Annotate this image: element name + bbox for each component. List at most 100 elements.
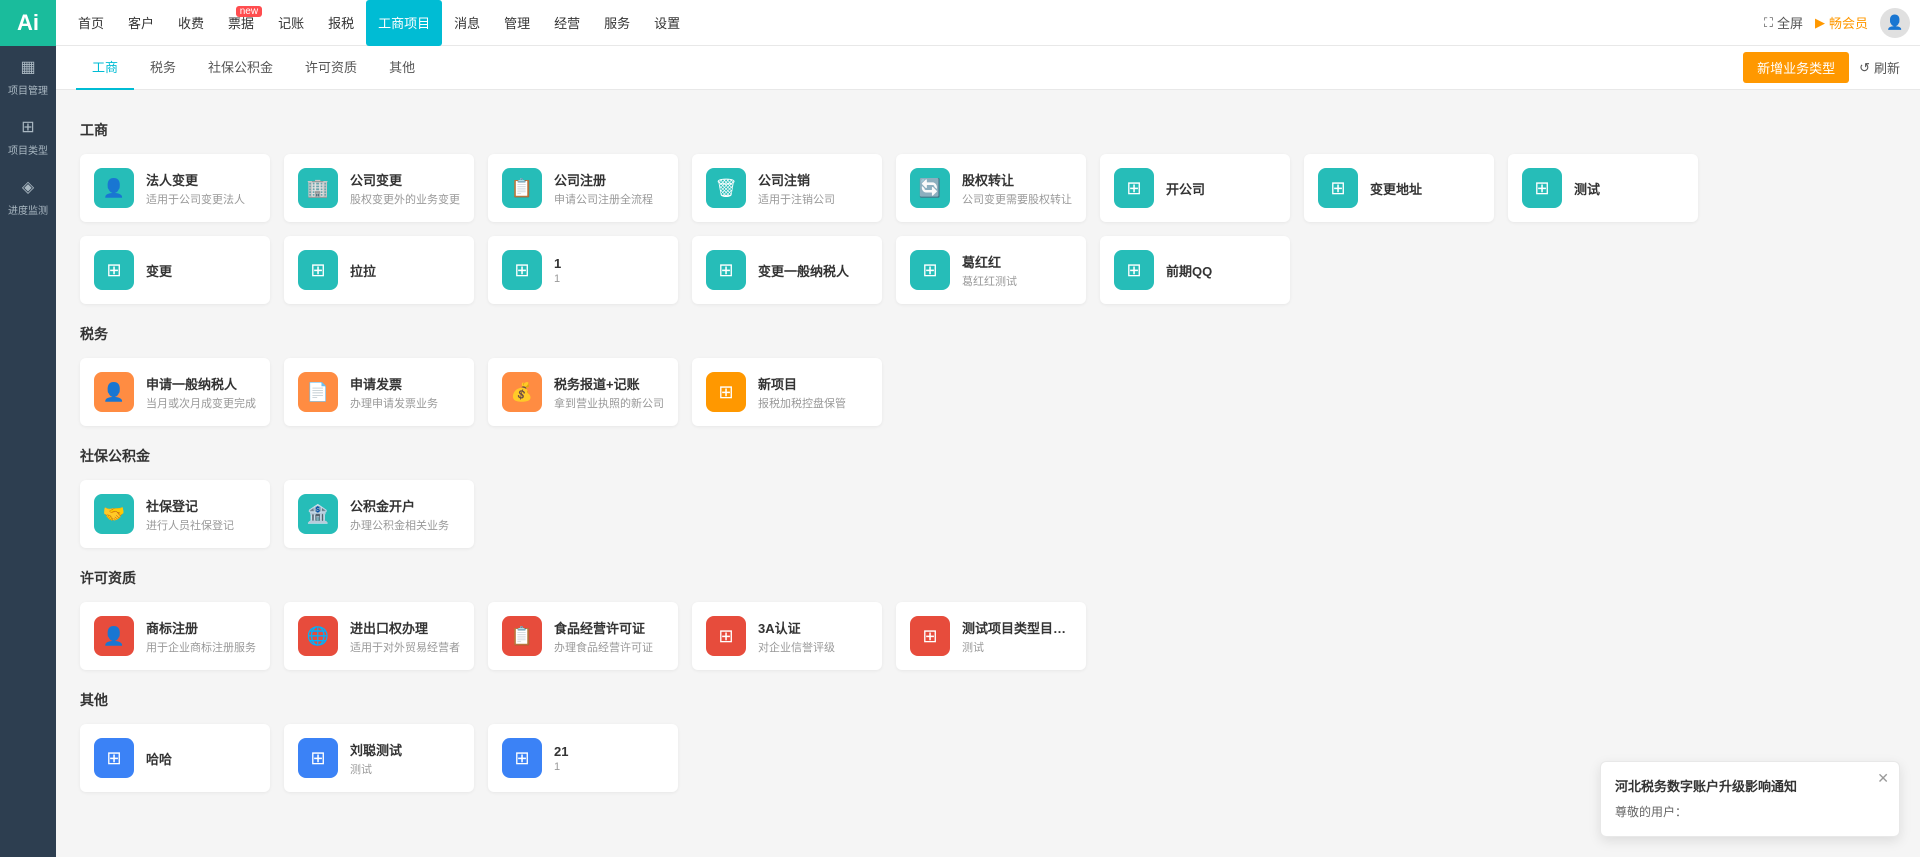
project-manage-icon: ▦ bbox=[17, 56, 39, 78]
card-icon: ⊞ bbox=[1114, 168, 1154, 208]
card-icon: ⊞ bbox=[298, 250, 338, 290]
card-desc: 公司变更需要股权转让 bbox=[962, 191, 1072, 207]
vip-btn[interactable]: ▶ 畅会员 bbox=[1815, 13, 1868, 32]
service-card[interactable]: ⊞3A认证对企业信誉评级 bbox=[692, 602, 882, 670]
service-card[interactable]: 📋公司注册申请公司注册全流程 bbox=[488, 154, 678, 222]
tab-industry[interactable]: 工商 bbox=[76, 46, 134, 90]
service-card[interactable]: ⊞变更一般纳税人 bbox=[692, 236, 882, 304]
section-title-1: 税务 bbox=[80, 324, 1896, 344]
service-card[interactable]: ⊞ 新项目报税加税控盘保管 bbox=[692, 358, 882, 426]
service-card[interactable]: 🔄股权转让公司变更需要股权转让 bbox=[896, 154, 1086, 222]
section-title-4: 其他 bbox=[80, 690, 1896, 710]
card-text: 前期QQ bbox=[1166, 261, 1276, 280]
service-card[interactable]: ⊞开公司 bbox=[1100, 154, 1290, 222]
service-card[interactable]: 🗑公司注销适用于注销公司 bbox=[692, 154, 882, 222]
avatar[interactable]: 👤 bbox=[1880, 8, 1910, 38]
nav-ticket[interactable]: 票据 new bbox=[216, 0, 266, 46]
nav-service[interactable]: 服务 bbox=[592, 0, 642, 46]
sidebar-item-progress[interactable]: ◈ 进度监测 bbox=[0, 166, 56, 226]
card-text: 公司变更股权变更外的业务变更 bbox=[350, 170, 460, 207]
card-name: 公积金开户 bbox=[350, 496, 460, 515]
card-text: 拉拉 bbox=[350, 261, 460, 280]
card-name: 哈哈 bbox=[146, 749, 256, 768]
tab-social-fund[interactable]: 社保公积金 bbox=[192, 46, 289, 90]
card-name: 前期QQ bbox=[1166, 261, 1276, 280]
card-desc: 报税加税控盘保管 bbox=[758, 395, 868, 411]
service-card[interactable]: ⊞变更地址 bbox=[1304, 154, 1494, 222]
cards-grid-1: 👤申请一般纳税人当月或次月成变更完成📄申请发票办理申请发票业务💰税务报道+记账拿… bbox=[80, 358, 1896, 426]
service-card[interactable]: 🤝社保登记进行人员社保登记 bbox=[80, 480, 270, 548]
card-name: 商标注册 bbox=[146, 618, 256, 637]
nav-manage[interactable]: 管理 bbox=[492, 0, 542, 46]
card-icon: 📋 bbox=[502, 616, 542, 656]
tab-license[interactable]: 许可资质 bbox=[289, 46, 373, 90]
nav-fee[interactable]: 收费 bbox=[166, 0, 216, 46]
card-name: 拉拉 bbox=[350, 261, 460, 280]
nav-bookkeeping[interactable]: 记账 bbox=[266, 0, 316, 46]
card-desc: 对企业信誉评级 bbox=[758, 639, 868, 655]
fullscreen-btn[interactable]: ⛶ 全屏 bbox=[1764, 13, 1803, 32]
card-icon: ⊞ bbox=[910, 616, 950, 656]
nav-customer[interactable]: 客户 bbox=[116, 0, 166, 46]
notification-popup: ✕ 河北税务数字账户升级影响通知 尊敬的用户： bbox=[1600, 761, 1900, 837]
card-desc: 用于企业商标注册服务 bbox=[146, 639, 256, 655]
card-desc: 适用于对外贸易经营者 bbox=[350, 639, 460, 655]
card-desc: 1 bbox=[554, 761, 664, 773]
tab-tax[interactable]: 税务 bbox=[134, 46, 192, 90]
notification-body: 尊敬的用户： bbox=[1615, 803, 1885, 822]
card-desc: 办理申请发票业务 bbox=[350, 395, 460, 411]
service-card[interactable]: ⊞测试项目类型目定义测试 bbox=[896, 602, 1086, 670]
main-container: 工商 税务 社保公积金 许可资质 其他 新增业务类型 ↺ 刷新 工商👤法人变更适… bbox=[56, 46, 1920, 857]
fullscreen-icon: ⛶ bbox=[1764, 15, 1773, 31]
cards-grid-0: 👤法人变更适用于公司变更法人🏢公司变更股权变更外的业务变更📋公司注册申请公司注册… bbox=[80, 154, 1896, 304]
service-card[interactable]: 💰税务报道+记账拿到营业执照的新公司 bbox=[488, 358, 678, 426]
nav-industry[interactable]: 工商项目 bbox=[366, 0, 442, 46]
card-name: 变更一般纳税人 bbox=[758, 261, 868, 280]
card-name: 葛红红 bbox=[962, 252, 1072, 271]
service-card[interactable]: ⊞刘聪测试测试 bbox=[284, 724, 474, 792]
service-card[interactable]: ⊞哈哈 bbox=[80, 724, 270, 792]
card-desc: 测试 bbox=[350, 761, 460, 777]
card-icon: ⊞ bbox=[1318, 168, 1358, 208]
nav-operation[interactable]: 经营 bbox=[542, 0, 592, 46]
nav-home[interactable]: 首页 bbox=[66, 0, 116, 46]
service-card[interactable]: 👤商标注册用于企业商标注册服务 bbox=[80, 602, 270, 670]
service-card[interactable]: ⊞变更 bbox=[80, 236, 270, 304]
card-text: 新项目报税加税控盘保管 bbox=[758, 374, 868, 411]
nav-setting[interactable]: 设置 bbox=[642, 0, 692, 46]
card-icon: 📄 bbox=[298, 372, 338, 412]
service-card[interactable]: 🏢公司变更股权变更外的业务变更 bbox=[284, 154, 474, 222]
service-card[interactable]: 🏦公积金开户办理公积金相关业务 bbox=[284, 480, 474, 548]
service-card[interactable]: ⊞葛红红葛红红测试 bbox=[896, 236, 1086, 304]
card-icon: ⊞ bbox=[298, 738, 338, 778]
service-card[interactable]: 📄 申请发票办理申请发票业务 bbox=[284, 358, 474, 426]
notification-close-btn[interactable]: ✕ bbox=[1877, 770, 1889, 787]
service-card[interactable]: ⊞前期QQ bbox=[1100, 236, 1290, 304]
card-name: 3A认证 bbox=[758, 618, 868, 637]
card-name: 申请一般纳税人 bbox=[146, 374, 256, 393]
card-name: 公司变更 bbox=[350, 170, 460, 189]
sidebar-item-project-type[interactable]: ⊞ 项目类型 bbox=[0, 106, 56, 166]
nav-tax[interactable]: 报税 bbox=[316, 0, 366, 46]
nav-message[interactable]: 消息 bbox=[442, 0, 492, 46]
card-name: 21 bbox=[554, 744, 664, 759]
refresh-button[interactable]: ↺ 刷新 bbox=[1859, 58, 1900, 77]
card-text: 测试 bbox=[1574, 179, 1684, 198]
service-card[interactable]: 👤申请一般纳税人当月或次月成变更完成 bbox=[80, 358, 270, 426]
service-card[interactable]: ⊞ 拉拉 bbox=[284, 236, 474, 304]
service-card[interactable]: 🌐进出口权办理适用于对外贸易经营者 bbox=[284, 602, 474, 670]
card-icon: 🗑 bbox=[706, 168, 746, 208]
service-card[interactable]: 👤法人变更适用于公司变更法人 bbox=[80, 154, 270, 222]
service-card[interactable]: ⊞测试 bbox=[1508, 154, 1698, 222]
sidebar-item-project-manage[interactable]: ▦ 项目管理 bbox=[0, 46, 56, 106]
service-card[interactable]: ⊞11 bbox=[488, 236, 678, 304]
service-card[interactable]: ⊞211 bbox=[488, 724, 678, 792]
card-icon: 👤 bbox=[94, 372, 134, 412]
service-card[interactable]: 📋食品经营许可证办理食品经营许可证 bbox=[488, 602, 678, 670]
new-type-button[interactable]: 新增业务类型 bbox=[1743, 52, 1849, 83]
tab-other[interactable]: 其他 bbox=[373, 46, 431, 90]
card-icon: ⊞ bbox=[706, 372, 746, 412]
card-icon: 💰 bbox=[502, 372, 542, 412]
card-text: 申请发票办理申请发票业务 bbox=[350, 374, 460, 411]
refresh-icon: ↺ bbox=[1859, 60, 1870, 76]
